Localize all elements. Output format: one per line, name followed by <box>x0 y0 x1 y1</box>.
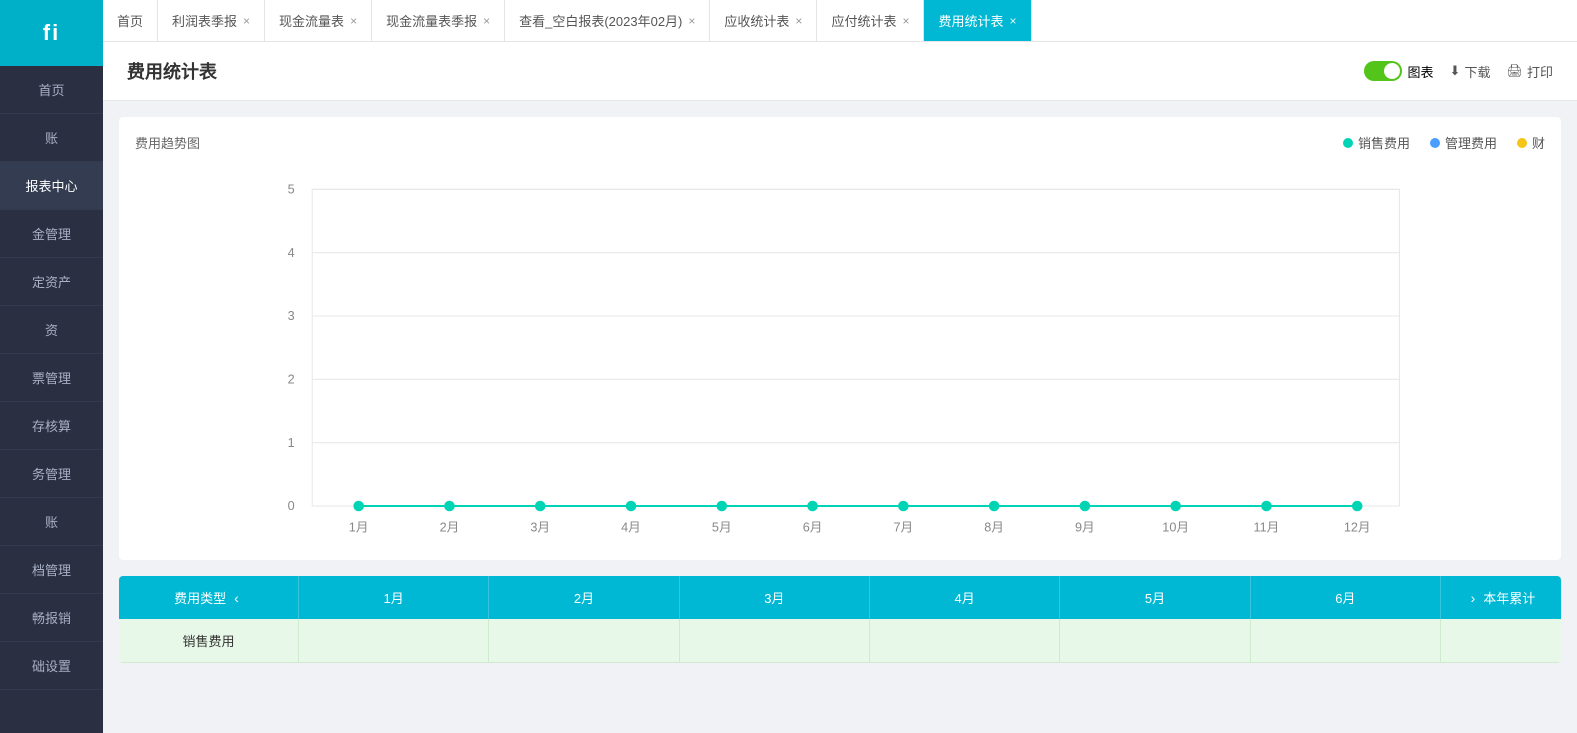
line-chart-svg: 5 4 3 2 1 0 1月 2月 <box>135 164 1545 544</box>
svg-text:0: 0 <box>288 499 295 513</box>
svg-text:4月: 4月 <box>621 520 641 534</box>
td-m3 <box>680 619 870 662</box>
sidebar-item-report-center[interactable]: 报表中心 <box>0 162 103 210</box>
svg-text:9月: 9月 <box>1075 520 1095 534</box>
sidebar-item-basic-settings[interactable]: 础设置 <box>0 642 103 690</box>
svg-text:11月: 11月 <box>1254 520 1280 534</box>
legend-dot-sales <box>1343 138 1353 148</box>
svg-text:3: 3 <box>288 309 295 323</box>
svg-text:12月: 12月 <box>1344 520 1371 534</box>
td-m1 <box>299 619 489 662</box>
legend-dot-mgmt <box>1430 138 1440 148</box>
chart-legend: 销售费用 管理费用 财 <box>1343 133 1545 152</box>
print-button[interactable]: 🖨 打印 <box>1506 62 1553 81</box>
td-m6 <box>1251 619 1441 662</box>
th-m1: 1月 <box>299 576 489 619</box>
sidebar-item-account[interactable]: 账 <box>0 114 103 162</box>
legend-dot-finance <box>1517 138 1527 148</box>
tab-expense[interactable]: 费用统计表 × <box>924 0 1031 41</box>
th-m4: 4月 <box>870 576 1060 619</box>
svg-text:1: 1 <box>288 436 295 450</box>
legend-finance-expense: 财 <box>1517 133 1545 152</box>
th-m6: 6月 <box>1251 576 1441 619</box>
close-tab-payable[interactable]: × <box>902 14 909 28</box>
chart-toggle-wrap: 图表 <box>1364 61 1434 81</box>
td-m2 <box>489 619 679 662</box>
close-tab-cash-flow-quarterly[interactable]: × <box>483 14 490 28</box>
chart-title: 费用趋势图 <box>135 133 200 152</box>
tab-receivable[interactable]: 应收统计表 × <box>710 0 817 41</box>
close-tab-blank-report[interactable]: × <box>688 14 695 28</box>
tab-cash-flow[interactable]: 现金流量表 × <box>265 0 372 41</box>
sidebar-item-resources[interactable]: 资 <box>0 306 103 354</box>
legend-mgmt-expense: 管理费用 <box>1430 133 1497 152</box>
legend-label-sales: 销售费用 <box>1358 133 1410 152</box>
th-type: 费用类型 ‹ <box>119 576 299 619</box>
th-m5: 5月 <box>1060 576 1250 619</box>
header-actions: 图表 ⬇ 下载 🖨 打印 <box>1364 61 1553 81</box>
svg-text:5: 5 <box>288 183 295 197</box>
svg-text:2月: 2月 <box>440 520 460 534</box>
tab-home[interactable]: 首页 <box>103 0 158 41</box>
sidebar-item-sales[interactable]: 畅报销 <box>0 594 103 642</box>
th-m2: 2月 <box>489 576 679 619</box>
page-header: 费用统计表 图表 ⬇ 下载 🖨 打印 <box>103 42 1577 101</box>
main-content: 首页 利润表季报 × 现金流量表 × 现金流量表季报 × 查看_空白报表(202… <box>103 0 1577 733</box>
sidebar-item-home[interactable]: 首页 <box>0 66 103 114</box>
svg-text:6月: 6月 <box>803 520 823 534</box>
expense-table: 费用类型 ‹ 1月 2月 3月 4月 5月 6月 › 本年累计 销售费用 <box>119 576 1561 663</box>
close-tab-receivable[interactable]: × <box>795 14 802 28</box>
table-row: 销售费用 <box>119 619 1561 663</box>
sidebar-item-ledger[interactable]: 账 <box>0 498 103 546</box>
svg-text:7月: 7月 <box>893 520 913 534</box>
td-m5 <box>1060 619 1250 662</box>
download-icon: ⬇ <box>1450 63 1461 79</box>
chart-header: 费用趋势图 销售费用 管理费用 财 <box>135 133 1545 152</box>
svg-text:3月: 3月 <box>530 520 550 534</box>
tab-payable[interactable]: 应付统计表 × <box>817 0 924 41</box>
th-total: › 本年累计 <box>1441 576 1561 619</box>
legend-label-mgmt: 管理费用 <box>1445 133 1497 152</box>
next-months-button[interactable]: › <box>1467 590 1480 606</box>
chart-section: 费用趋势图 销售费用 管理费用 财 <box>119 117 1561 560</box>
svg-text:4: 4 <box>288 246 295 260</box>
svg-text:10月: 10月 <box>1162 520 1189 534</box>
th-m3: 3月 <box>680 576 870 619</box>
chart-toggle[interactable] <box>1364 61 1402 81</box>
table-header: 费用类型 ‹ 1月 2月 3月 4月 5月 6月 › 本年累计 <box>119 576 1561 619</box>
td-type: 销售费用 <box>119 619 299 662</box>
sidebar-item-fund-mgmt[interactable]: 金管理 <box>0 210 103 258</box>
chart-toggle-label: 图表 <box>1408 62 1434 81</box>
svg-text:1月: 1月 <box>349 520 369 534</box>
svg-text:8月: 8月 <box>984 520 1004 534</box>
td-m4 <box>870 619 1060 662</box>
sidebar-item-file-mgmt[interactable]: 档管理 <box>0 546 103 594</box>
svg-text:2: 2 <box>288 373 295 387</box>
prev-months-button[interactable]: ‹ <box>230 590 243 606</box>
tab-blank-report[interactable]: 查看_空白报表(2023年02月) × <box>505 0 710 41</box>
tab-cash-flow-quarterly[interactable]: 现金流量表季报 × <box>372 0 505 41</box>
sidebar-item-fixed-assets[interactable]: 定资产 <box>0 258 103 306</box>
page-title: 费用统计表 <box>127 58 217 84</box>
download-button[interactable]: ⬇ 下载 <box>1450 62 1491 81</box>
tab-profit-quarterly[interactable]: 利润表季报 × <box>158 0 265 41</box>
sidebar-item-service-mgmt[interactable]: 务管理 <box>0 450 103 498</box>
td-total <box>1441 619 1561 662</box>
legend-label-finance: 财 <box>1532 133 1545 152</box>
tab-bar: 首页 利润表季报 × 现金流量表 × 现金流量表季报 × 查看_空白报表(202… <box>103 0 1577 42</box>
close-tab-expense[interactable]: × <box>1009 14 1016 28</box>
sidebar-item-ticket-mgmt[interactable]: 票管理 <box>0 354 103 402</box>
chart-container: 5 4 3 2 1 0 1月 2月 <box>135 164 1545 544</box>
sidebar: fi 首页 账 报表中心 金管理 定资产 资 票管理 存核算 务管理 账 档管理… <box>0 0 103 733</box>
print-icon: 🖨 <box>1506 63 1523 79</box>
svg-text:5月: 5月 <box>712 520 732 534</box>
sidebar-item-inventory[interactable]: 存核算 <box>0 402 103 450</box>
legend-sales-expense: 销售费用 <box>1343 133 1410 152</box>
close-tab-profit-quarterly[interactable]: × <box>243 14 250 28</box>
page-content: 费用统计表 图表 ⬇ 下载 🖨 打印 费用趋势图 <box>103 42 1577 733</box>
app-logo: fi <box>0 0 103 66</box>
close-tab-cash-flow[interactable]: × <box>350 14 357 28</box>
